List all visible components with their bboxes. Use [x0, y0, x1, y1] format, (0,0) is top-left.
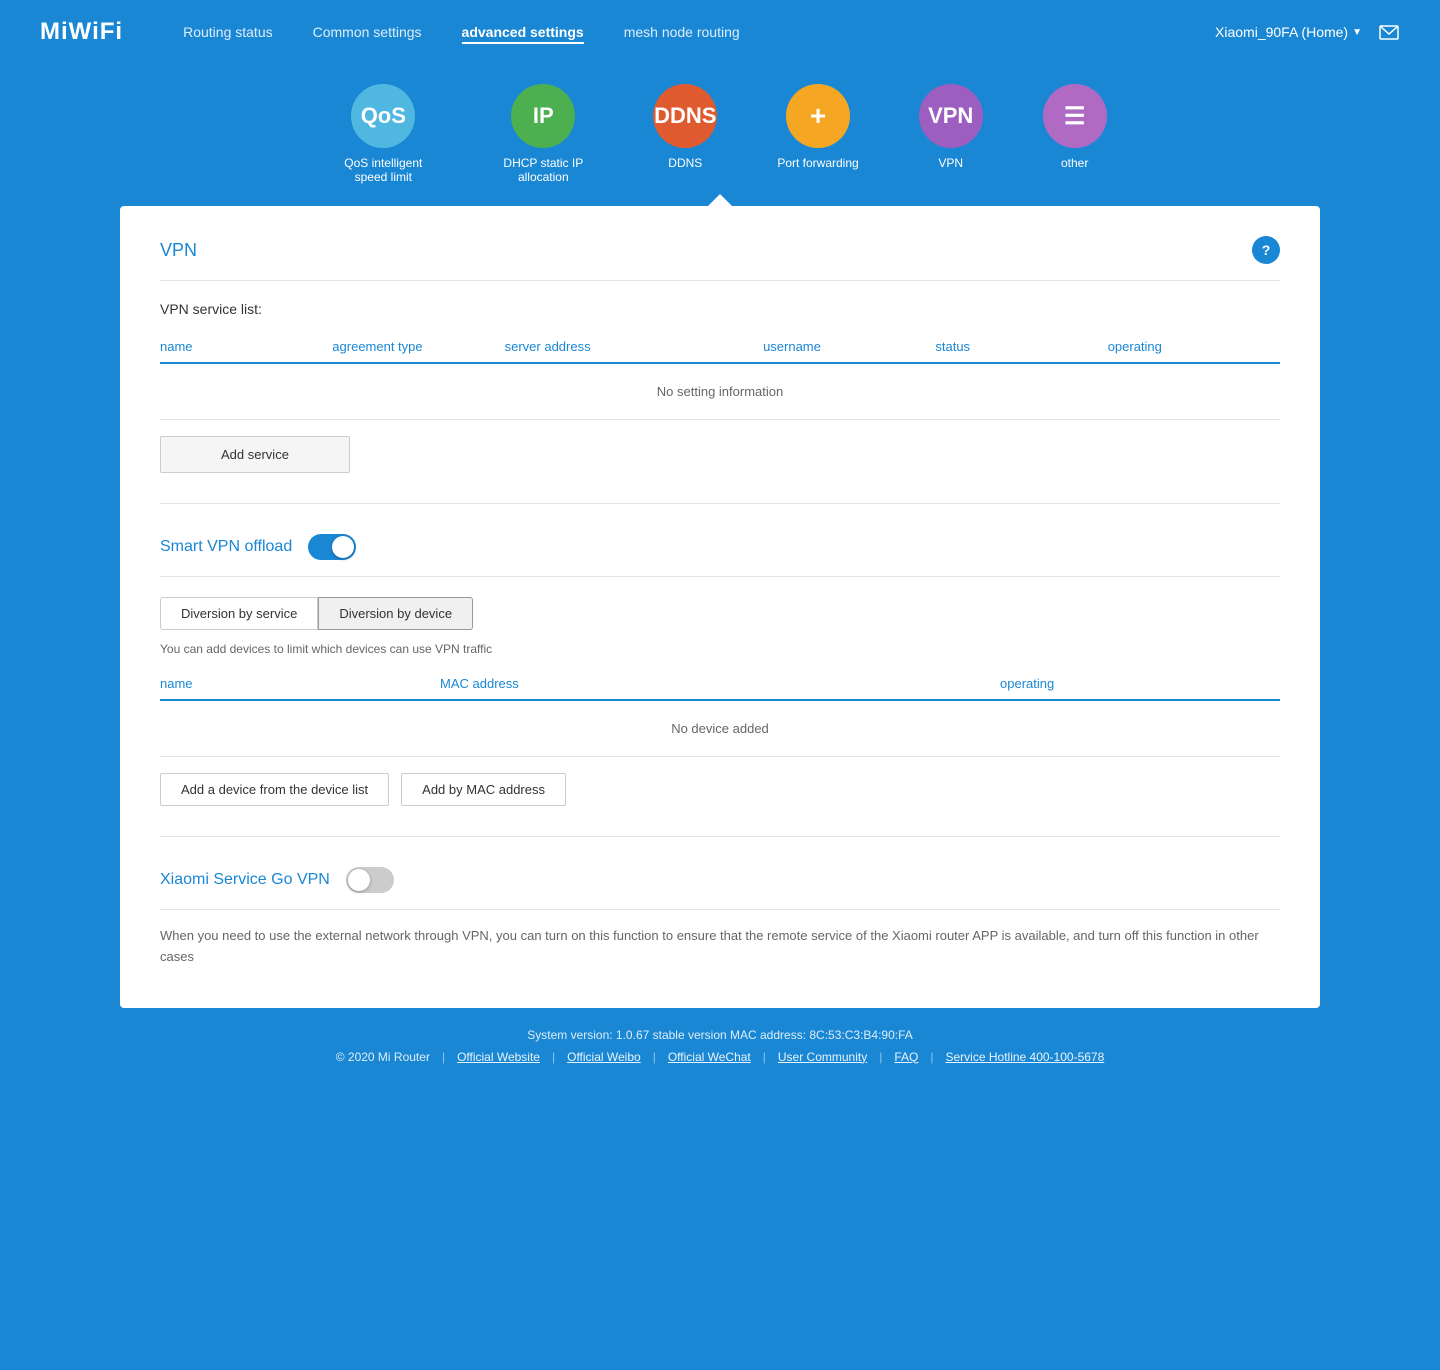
- icon-portfwd[interactable]: + Port forwarding: [777, 84, 858, 184]
- footer-sep-5: |: [930, 1050, 933, 1064]
- footer: System version: 1.0.67 stable version MA…: [0, 1008, 1440, 1074]
- nav-advanced-settings[interactable]: advanced settings: [462, 20, 584, 44]
- qos-label: QoS intelligent speed limit: [333, 156, 433, 184]
- icon-ddns[interactable]: DDNS DDNS: [653, 84, 717, 184]
- footer-official-wechat[interactable]: Official WeChat: [668, 1050, 751, 1064]
- footer-copyright: © 2020 Mi Router: [336, 1050, 430, 1064]
- footer-sep-3: |: [763, 1050, 766, 1064]
- device-btn-row: Add a device from the device list Add by…: [160, 773, 1280, 806]
- ddns-label: DDNS: [668, 156, 702, 170]
- nav-mesh-routing[interactable]: mesh node routing: [624, 20, 740, 44]
- col-name: name: [160, 339, 332, 354]
- toggle-thumb: [332, 536, 354, 558]
- icon-qos[interactable]: QoS QoS intelligent speed limit: [333, 84, 433, 184]
- main-nav: Routing status Common settings advanced …: [183, 20, 1215, 44]
- diversion-tab-row: Diversion by service Diversion by device: [160, 597, 1280, 630]
- other-abbr: ☰: [1064, 102, 1086, 131]
- main-content: VPN ? VPN service list: name agreement t…: [120, 206, 1320, 1008]
- header-right: Xiaomi_90FA (Home) ▼: [1215, 21, 1400, 43]
- add-device-from-list-button[interactable]: Add a device from the device list: [160, 773, 389, 806]
- device-col-operating: operating: [1000, 676, 1280, 691]
- icon-other[interactable]: ☰ other: [1043, 84, 1107, 184]
- smart-vpn-offload-row: Smart VPN offload: [160, 534, 1280, 577]
- portfwd-label: Port forwarding: [777, 156, 858, 170]
- icon-vpn[interactable]: VPN VPN: [919, 84, 983, 184]
- footer-official-website[interactable]: Official Website: [457, 1050, 540, 1064]
- footer-sep-4: |: [879, 1050, 882, 1064]
- device-col-name: name: [160, 676, 440, 691]
- xiaomi-toggle-track: [346, 867, 394, 893]
- feature-icons-row: QoS QoS intelligent speed limit IP DHCP …: [0, 64, 1440, 194]
- footer-hotline[interactable]: Service Hotline 400-100-5678: [946, 1050, 1105, 1064]
- vpn-abbr: VPN: [928, 103, 973, 129]
- add-service-button[interactable]: Add service: [160, 436, 350, 473]
- tab-diversion-by-device[interactable]: Diversion by device: [318, 597, 473, 630]
- footer-sep-1: |: [552, 1050, 555, 1064]
- footer-sys-info: System version: 1.0.67 stable version MA…: [0, 1028, 1440, 1042]
- col-username: username: [763, 339, 935, 354]
- portfwd-circle: +: [786, 84, 850, 148]
- ip-abbr: IP: [533, 103, 554, 129]
- portfwd-abbr: +: [810, 100, 826, 132]
- col-agreement-type: agreement type: [332, 339, 504, 354]
- footer-links: © 2020 Mi Router | Official Website | Of…: [0, 1050, 1440, 1064]
- header: MiWiFi Routing status Common settings ad…: [0, 0, 1440, 64]
- col-status: status: [935, 339, 1107, 354]
- footer-sep-2: |: [653, 1050, 656, 1064]
- xiaomi-vpn-toggle[interactable]: [346, 867, 394, 893]
- xiaomi-toggle-thumb: [348, 869, 370, 891]
- smart-vpn-toggle[interactable]: [308, 534, 356, 560]
- chevron-down-icon: ▼: [1352, 27, 1362, 38]
- vpn-no-data: No setting information: [160, 364, 1280, 420]
- xiaomi-vpn-row: Xiaomi Service Go VPN: [160, 867, 1280, 910]
- other-circle: ☰: [1043, 84, 1107, 148]
- help-icon[interactable]: ?: [1252, 236, 1280, 264]
- divider-1: [160, 503, 1280, 504]
- icon-ip[interactable]: IP DHCP static IP allocation: [493, 84, 593, 184]
- vpn-section-title: VPN: [160, 240, 197, 261]
- xiaomi-vpn-desc: When you need to use the external networ…: [160, 926, 1280, 968]
- diversion-hint: You can add devices to limit which devic…: [160, 642, 1280, 656]
- device-name-label: Xiaomi_90FA (Home): [1215, 24, 1348, 40]
- vpn-label: VPN: [938, 156, 963, 170]
- vpn-table-header: name agreement type server address usern…: [160, 331, 1280, 364]
- qos-abbr: QoS: [361, 103, 406, 129]
- smart-vpn-title: Smart VPN offload: [160, 538, 292, 556]
- logo: MiWiFi: [40, 18, 123, 46]
- nav-common-settings[interactable]: Common settings: [313, 20, 422, 44]
- no-device-text: No device added: [160, 701, 1280, 757]
- divider-2: [160, 836, 1280, 837]
- footer-official-weibo[interactable]: Official Weibo: [567, 1050, 641, 1064]
- col-server-address: server address: [505, 339, 763, 354]
- col-operating: operating: [1108, 339, 1280, 354]
- tab-diversion-by-service[interactable]: Diversion by service: [160, 597, 318, 630]
- ip-circle: IP: [511, 84, 575, 148]
- nav-routing-status[interactable]: Routing status: [183, 20, 273, 44]
- device-table-header: name MAC address operating: [160, 668, 1280, 701]
- qos-circle: QoS: [351, 84, 415, 148]
- mail-icon[interactable]: [1378, 21, 1400, 43]
- footer-sep-0: |: [442, 1050, 445, 1064]
- device-col-mac: MAC address: [440, 676, 1000, 691]
- footer-faq[interactable]: FAQ: [894, 1050, 918, 1064]
- ip-label: DHCP static IP allocation: [493, 156, 593, 184]
- ddns-abbr: DDNS: [654, 103, 716, 129]
- add-by-mac-button[interactable]: Add by MAC address: [401, 773, 566, 806]
- service-list-label: VPN service list:: [160, 301, 1280, 317]
- other-label: other: [1061, 156, 1088, 170]
- device-selector[interactable]: Xiaomi_90FA (Home) ▼: [1215, 24, 1362, 40]
- ddns-circle: DDNS: [653, 84, 717, 148]
- footer-user-community[interactable]: User Community: [778, 1050, 867, 1064]
- vpn-section-header: VPN ?: [160, 236, 1280, 281]
- xiaomi-vpn-title: Xiaomi Service Go VPN: [160, 871, 330, 889]
- toggle-track: [308, 534, 356, 560]
- vpn-circle: VPN: [919, 84, 983, 148]
